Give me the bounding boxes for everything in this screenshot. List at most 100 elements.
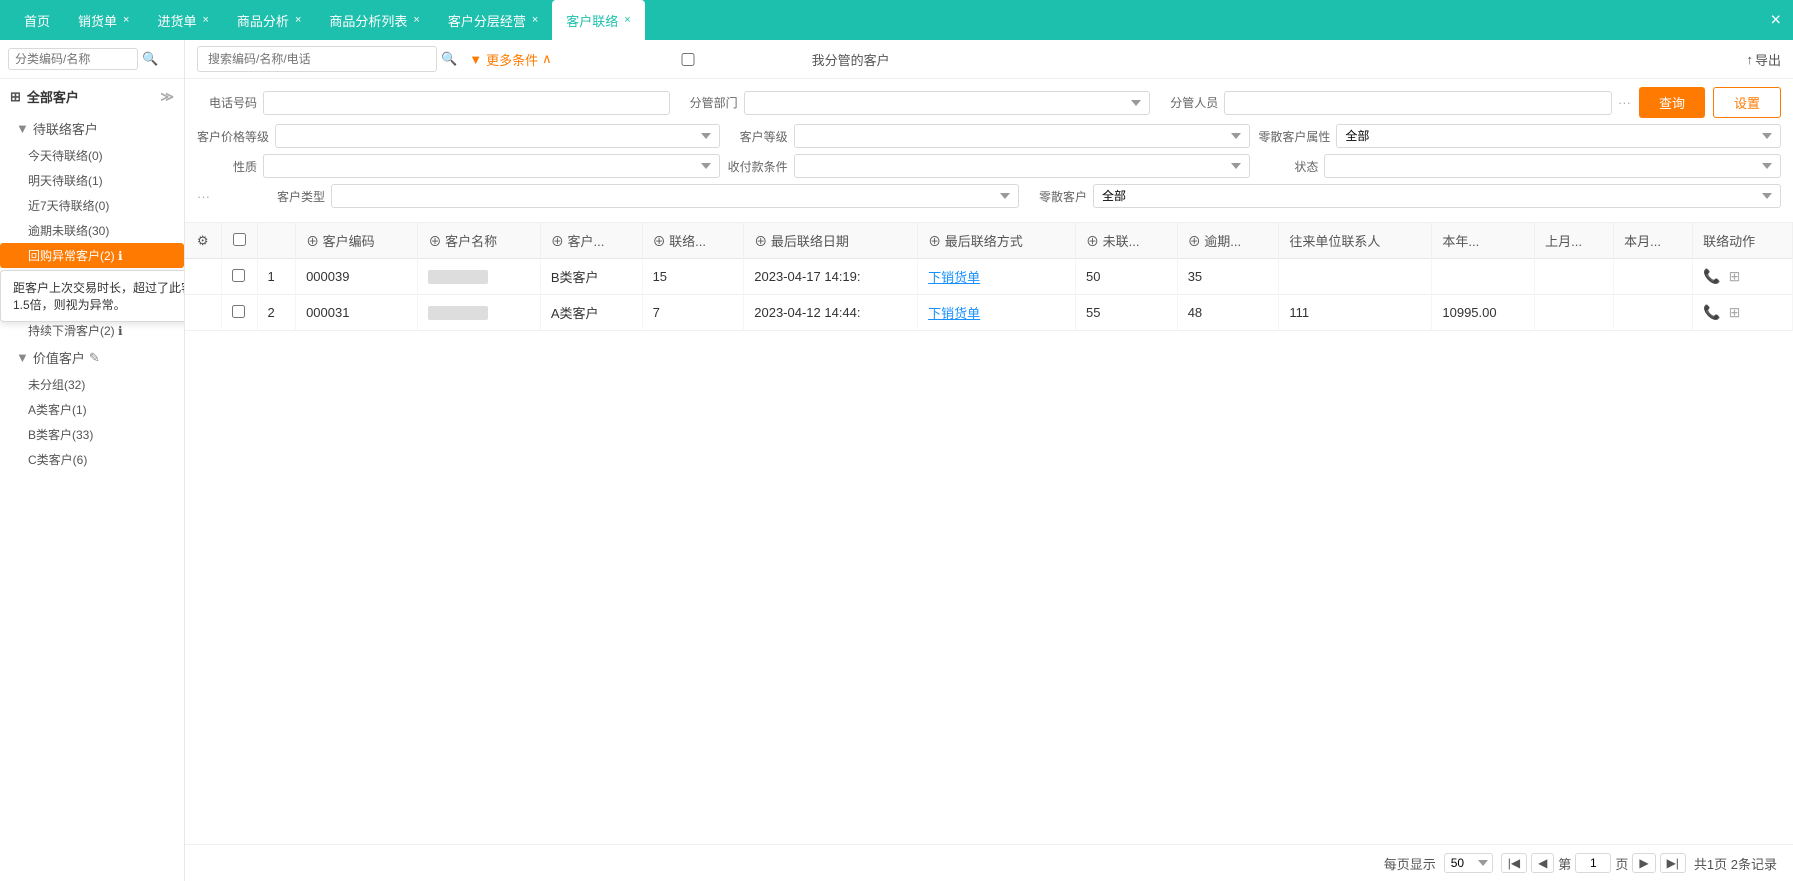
filter-row-3: 性质 收付款条件 状态 (197, 154, 1781, 178)
cell-actions: 📞 ⊞ (1693, 295, 1793, 331)
retail-customer-select[interactable]: 全部 (1093, 184, 1781, 208)
filter-actions: 查询 设置 (1639, 87, 1781, 118)
select-all-checkbox[interactable] (233, 233, 246, 246)
sidebar-item-class-b[interactable]: B类客户(33) (0, 422, 184, 447)
my-customers-checkbox[interactable]: 我分管的客户 (568, 50, 890, 69)
next-page-button[interactable]: ▶ (1632, 853, 1655, 873)
sidebar-item-today-pending[interactable]: 今天待联络(0) (0, 143, 184, 168)
dept-select[interactable] (744, 91, 1151, 115)
payment-select[interactable] (794, 154, 1251, 178)
col-last-month[interactable]: 上月... (1535, 223, 1614, 259)
nature-select[interactable] (263, 154, 720, 178)
cell-settings (185, 259, 221, 295)
nav-close-sales[interactable]: × (123, 14, 129, 26)
phone-input[interactable] (263, 91, 670, 115)
col-settings[interactable]: ⚙ (185, 223, 221, 259)
prev-page-button[interactable]: ◀ (1531, 853, 1554, 873)
retail-attr-select[interactable]: 全部 (1336, 124, 1781, 148)
col-customer-type[interactable]: ⊕ 客户... (540, 223, 642, 259)
sidebar-item-class-c[interactable]: C类客户(6) (0, 447, 184, 472)
sidebar-item-overdue-pending[interactable]: 逾期未联络(30) (0, 218, 184, 243)
filter-cell-price-grade: 客户价格等级 (197, 124, 720, 148)
nav-item-customer-contact[interactable]: 客户联络 × (552, 0, 644, 40)
nav-item-home[interactable]: 首页 (10, 0, 64, 40)
nav-close-customer-contact[interactable]: × (624, 14, 630, 26)
customer-grade-select[interactable] (794, 124, 1251, 148)
my-customers-check[interactable] (568, 53, 808, 66)
sidebar-collapse-button[interactable]: ≫ (160, 89, 174, 105)
nav-item-sales[interactable]: 销货单 × (64, 0, 143, 40)
row-checkbox-1[interactable] (232, 305, 245, 318)
cell-last-contact-method[interactable]: 下销货单 (918, 259, 1076, 295)
nav-close-customer-tier[interactable]: × (532, 14, 538, 26)
action-grid-icon[interactable]: ⊞ (1729, 268, 1741, 285)
cell-checkbox[interactable] (221, 295, 257, 331)
more-conditions-button[interactable]: ▼ 更多条件 ∧ (469, 50, 551, 69)
data-table-container: ⚙ ⊕ 客户编码 ⊕ 客户名称 ⊕ 客户... ⊕ 联络... ⊕ 最后联络日期… (185, 223, 1793, 844)
first-page-button[interactable]: |◀ (1501, 853, 1527, 873)
col-contacts[interactable]: ⊕ 联络... (642, 223, 744, 259)
search-input[interactable] (197, 46, 437, 72)
cell-customer-code: 000031 (296, 295, 418, 331)
cell-not-contacted: 50 (1076, 259, 1178, 295)
status-select[interactable] (1324, 154, 1781, 178)
current-page-input[interactable] (1575, 853, 1611, 873)
nav-close-purchase[interactable]: × (202, 14, 208, 26)
sidebar-item-ungrouped[interactable]: 未分组(32) (0, 372, 184, 397)
col-company-contacts[interactable]: 往来单位联系人 (1279, 223, 1432, 259)
arrow-down-icon: ▼ (16, 121, 29, 136)
pagination-nav: |◀ ◀ 第 页 ▶ ▶| (1501, 853, 1686, 873)
col-last-contact-method[interactable]: ⊕ 最后联络方式 (918, 223, 1076, 259)
customer-type-select[interactable] (331, 184, 1019, 208)
nav-item-product-analysis-list[interactable]: 商品分析列表 × (315, 0, 433, 40)
query-button[interactable]: 查询 (1639, 87, 1705, 118)
sidebar-item-repurchase-abnormal[interactable]: 回购异常客户(2) ℹ (0, 243, 184, 268)
cell-settings (185, 295, 221, 331)
sidebar-search-icon[interactable]: 🔍 (142, 51, 158, 67)
nav-item-customer-tier[interactable]: 客户分层经营 × (434, 0, 552, 40)
sidebar-item-tomorrow-pending[interactable]: 明天待联络(1) (0, 168, 184, 193)
manager-dots-button[interactable]: ··· (1618, 95, 1631, 110)
col-checkbox[interactable] (221, 223, 257, 259)
col-not-contacted[interactable]: ⊕ 未联... (1076, 223, 1178, 259)
search-button[interactable]: 🔍 (441, 51, 457, 67)
more-filter-dots[interactable]: ··· (197, 189, 210, 204)
sidebar-group-pending[interactable]: ▼ 待联络客户 (0, 114, 184, 143)
col-this-month[interactable]: 本月... (1614, 223, 1693, 259)
advanced-filter: 电话号码 分管部门 分管人员 ··· 查询 设置 (185, 79, 1793, 223)
total-records: 共1页 2条记录 (1694, 854, 1777, 873)
last-page-button[interactable]: ▶| (1660, 853, 1686, 873)
grid-icon: ⊞ (10, 89, 21, 105)
cell-customer-type: A类客户 (540, 295, 642, 331)
cell-last-contact-method[interactable]: 下销货单 (918, 295, 1076, 331)
col-last-contact-date[interactable]: ⊕ 最后联络日期 (744, 223, 918, 259)
action-phone-icon[interactable]: 📞 (1703, 268, 1720, 285)
price-grade-select[interactable] (275, 124, 720, 148)
sidebar-search-input[interactable] (8, 48, 138, 70)
row-checkbox-0[interactable] (232, 269, 245, 282)
edit-icon[interactable]: ✎ (89, 350, 100, 366)
sidebar-group-value[interactable]: ▼ 价值客户 ✎ (0, 343, 184, 372)
nav-close-all-button[interactable]: × (1770, 10, 1781, 31)
sidebar-all-customers[interactable]: ⊞ 全部客户 ≫ (0, 79, 184, 114)
sidebar-item-class-a[interactable]: A类客户(1) (0, 397, 184, 422)
nav-close-product-analysis-list[interactable]: × (413, 14, 419, 26)
col-overdue[interactable]: ⊕ 逾期... (1177, 223, 1279, 259)
set-button[interactable]: 设置 (1713, 87, 1781, 118)
content-area: 🔍 ▼ 更多条件 ∧ 我分管的客户 ↑ 导出 电话号码 (185, 40, 1793, 881)
action-phone-icon[interactable]: 📞 (1703, 304, 1720, 321)
action-grid-icon[interactable]: ⊞ (1729, 304, 1741, 321)
cell-checkbox[interactable] (221, 259, 257, 295)
col-customer-name[interactable]: ⊕ 客户名称 (418, 223, 540, 259)
nav-item-purchase[interactable]: 进货单 × (143, 0, 222, 40)
per-page-select[interactable]: 50 100 200 (1444, 853, 1493, 873)
export-button[interactable]: ↑ 导出 (1746, 50, 1781, 69)
nav-item-product-analysis[interactable]: 商品分析 × (223, 0, 315, 40)
manager-input[interactable] (1224, 91, 1612, 115)
col-customer-code[interactable]: ⊕ 客户编码 (296, 223, 418, 259)
arrow-down-icon-2: ▼ (16, 350, 29, 365)
col-this-year[interactable]: 本年... (1432, 223, 1535, 259)
sidebar-item-7days-pending[interactable]: 近7天待联络(0) (0, 193, 184, 218)
cell-last-month (1535, 259, 1614, 295)
nav-close-product-analysis[interactable]: × (295, 14, 301, 26)
